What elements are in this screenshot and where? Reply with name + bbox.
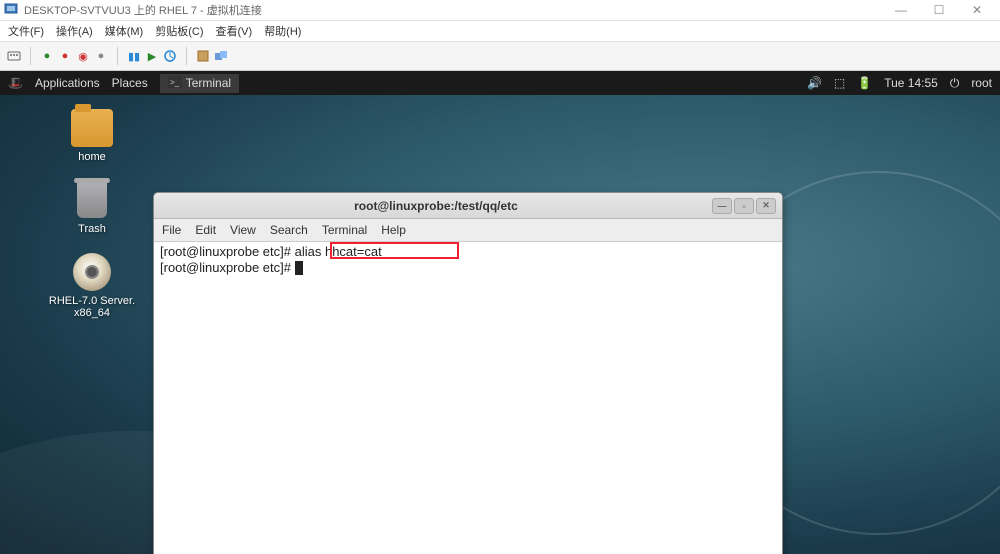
volume-icon[interactable]: 🔊 <box>807 76 822 90</box>
host-menu-help[interactable]: 帮助(H) <box>264 23 301 39</box>
highlight-annotation <box>330 242 459 259</box>
desktop-icon-label: Trash <box>78 223 106 235</box>
checkpoint-icon[interactable] <box>162 48 178 64</box>
close-button[interactable]: ✕ <box>958 0 996 21</box>
host-toolbar: ● ● ◉ ● ▮▮ ▶ <box>0 42 1000 71</box>
redhat-icon[interactable]: 🎩 <box>8 76 23 90</box>
terminal-menubar: File Edit View Search Terminal Help <box>154 219 782 242</box>
maximize-button[interactable]: ☐ <box>920 0 958 21</box>
svg-text:>_: >_ <box>170 78 180 87</box>
host-menu-view[interactable]: 查看(V) <box>216 23 253 39</box>
minimize-button[interactable]: — <box>882 0 920 21</box>
folder-icon <box>71 109 113 147</box>
terminal-line-1: [root@linuxprobe etc]# alias hhcat=cat <box>160 244 776 260</box>
share-icon[interactable] <box>213 48 229 64</box>
terminal-menu-terminal[interactable]: Terminal <box>322 223 367 237</box>
terminal-window: root@linuxprobe:/test/qq/etc — ▫ ✕ File … <box>153 192 783 554</box>
host-window-title: DESKTOP-SVTVUU3 上的 RHEL 7 - 虚拟机连接 <box>22 2 882 18</box>
terminal-menu-edit[interactable]: Edit <box>195 223 216 237</box>
desktop-icon-label: home <box>78 151 106 163</box>
places-menu[interactable]: Places <box>112 76 148 90</box>
battery-icon[interactable]: 🔋 <box>857 76 872 90</box>
host-menu-action[interactable]: 操作(A) <box>56 23 93 39</box>
desktop-icon-trash[interactable]: Trash <box>48 181 136 235</box>
ctrl-alt-del-icon[interactable] <box>6 48 22 64</box>
desktop-icon-label-2: x86_64 <box>74 307 110 319</box>
gnome-topbar: 🎩 Applications Places >_ Terminal 🔊 ⬚ 🔋 … <box>0 71 1000 95</box>
user-label[interactable]: root <box>971 76 992 90</box>
host-menu-media[interactable]: 媒体(M) <box>105 23 144 39</box>
desktop-icon-label: RHEL-7.0 Server. <box>49 295 135 307</box>
guest-desktop[interactable]: 🎩 Applications Places >_ Terminal 🔊 ⬚ 🔋 … <box>0 71 1000 554</box>
pause-icon[interactable]: ▮▮ <box>126 48 142 64</box>
desktop-icon-disc[interactable]: RHEL-7.0 Server. x86_64 <box>48 253 136 319</box>
reset-icon[interactable]: ▶ <box>144 48 160 64</box>
desktop-icon-home[interactable]: home <box>48 109 136 163</box>
terminal-titlebar[interactable]: root@linuxprobe:/test/qq/etc — ▫ ✕ <box>154 193 782 219</box>
terminal-menu-help[interactable]: Help <box>381 223 406 237</box>
revert-icon[interactable] <box>195 48 211 64</box>
active-app-label: Terminal <box>186 76 231 90</box>
terminal-title: root@linuxprobe:/test/qq/etc <box>160 199 712 213</box>
applications-menu[interactable]: Applications <box>35 76 100 90</box>
terminal-menu-view[interactable]: View <box>230 223 256 237</box>
terminal-maximize-button[interactable]: ▫ <box>734 198 754 214</box>
disc-icon <box>71 253 113 291</box>
terminal-line-2: [root@linuxprobe etc]# <box>160 260 776 276</box>
cursor <box>295 261 303 275</box>
host-menu-clipboard[interactable]: 剪贴板(C) <box>155 23 203 39</box>
network-icon[interactable]: ⬚ <box>834 76 845 90</box>
terminal-body[interactable]: [root@linuxprobe etc]# alias hhcat=cat [… <box>154 242 782 554</box>
clock[interactable]: Tue 14:55 <box>884 76 938 90</box>
trash-icon <box>71 181 113 219</box>
terminal-menu-search[interactable]: Search <box>270 223 308 237</box>
host-window-titlebar: DESKTOP-SVTVUU3 上的 RHEL 7 - 虚拟机连接 — ☐ ✕ <box>0 0 1000 21</box>
start-icon[interactable]: ● <box>39 48 55 64</box>
terminal-close-button[interactable]: ✕ <box>756 198 776 214</box>
save-icon[interactable]: ● <box>93 48 109 64</box>
active-app-tab[interactable]: >_ Terminal <box>160 74 239 93</box>
terminal-menu-file[interactable]: File <box>162 223 181 237</box>
host-menu-file[interactable]: 文件(F) <box>8 23 44 39</box>
shutdown-icon[interactable]: ◉ <box>75 48 91 64</box>
terminal-icon: >_ <box>168 76 182 91</box>
hyperv-icon <box>4 2 18 19</box>
host-menubar: 文件(F) 操作(A) 媒体(M) 剪贴板(C) 查看(V) 帮助(H) <box>0 21 1000 42</box>
power-icon[interactable]: ⏻ <box>950 76 960 91</box>
terminal-minimize-button[interactable]: — <box>712 198 732 214</box>
turnoff-icon[interactable]: ● <box>57 48 73 64</box>
